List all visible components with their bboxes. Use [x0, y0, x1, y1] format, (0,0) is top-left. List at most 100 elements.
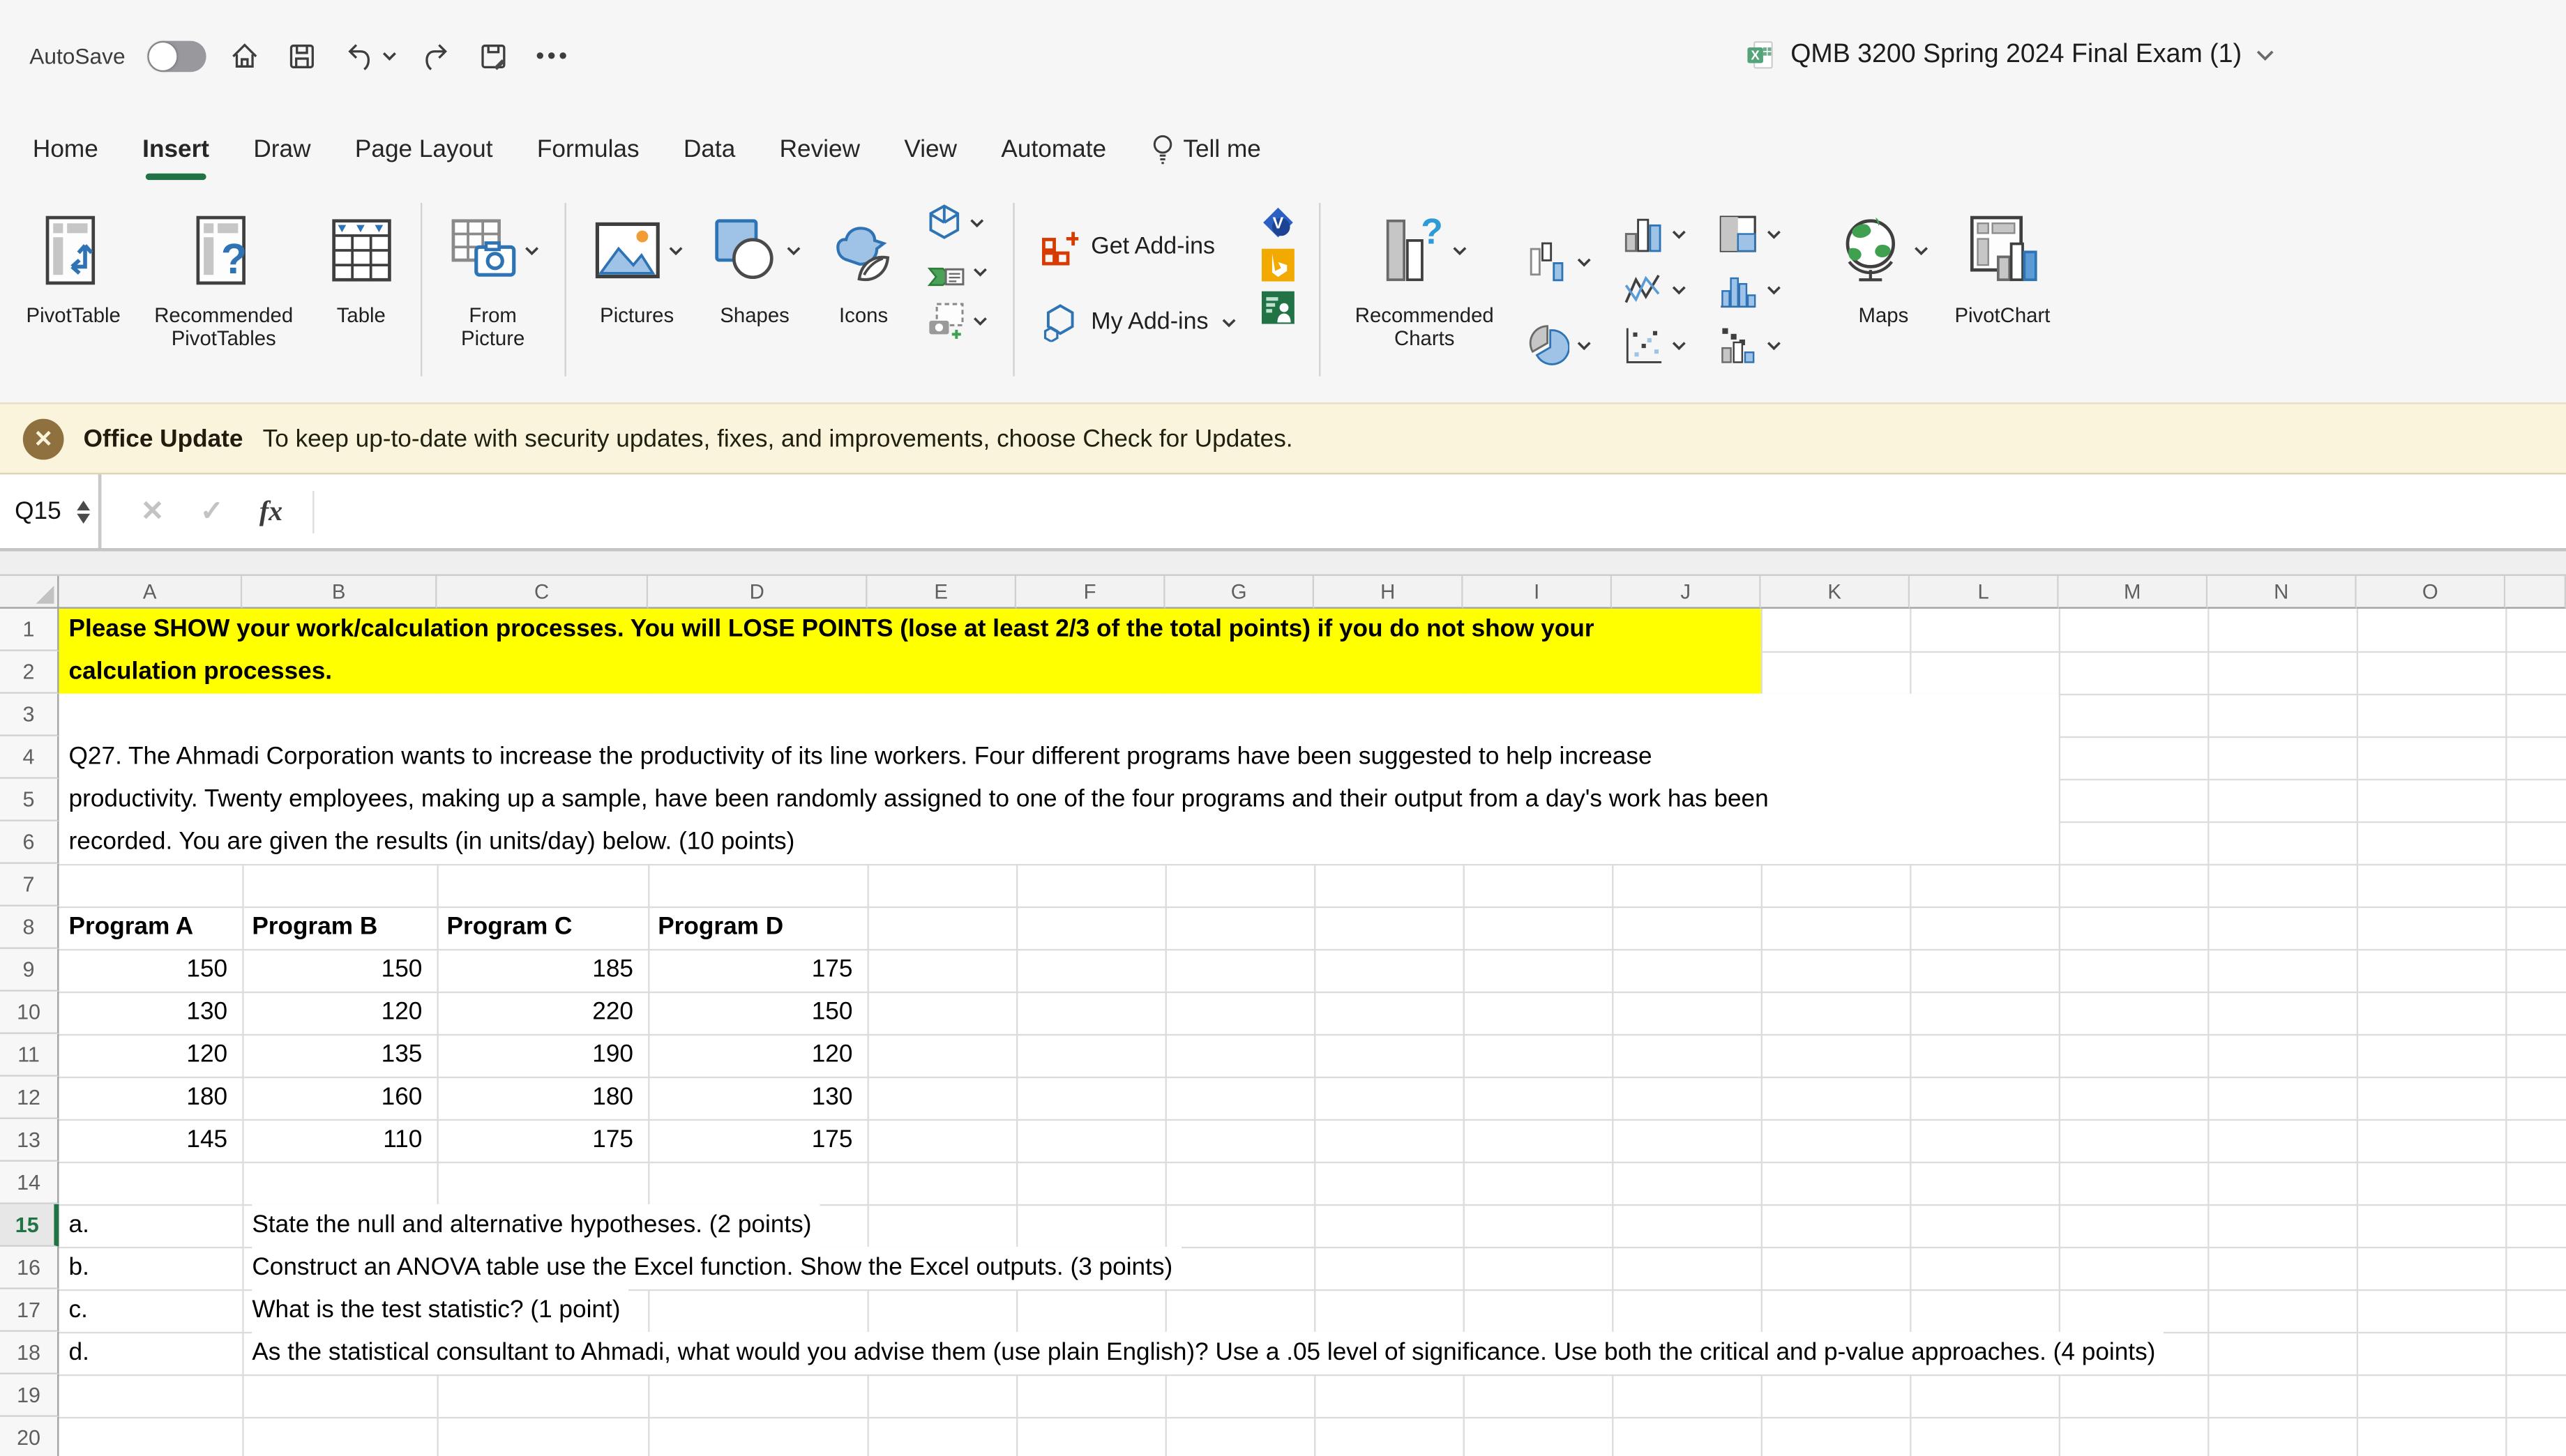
tab-automate[interactable]: Automate: [1001, 135, 1106, 163]
document-title-group[interactable]: X QMB 3200 Spring 2024 Final Exam (1): [1745, 0, 2274, 112]
table-value-cell[interactable]: 175: [648, 1119, 853, 1162]
row-header-17[interactable]: 17: [0, 1289, 59, 1332]
name-box[interactable]: Q15: [0, 474, 102, 549]
column-header-F[interactable]: F: [1016, 575, 1165, 609]
formula-input[interactable]: [314, 474, 2566, 548]
smartart-button[interactable]: [926, 254, 988, 290]
home-icon[interactable]: [227, 38, 263, 74]
row-header-16[interactable]: 16: [0, 1246, 59, 1289]
3d-models-button[interactable]: [926, 203, 988, 242]
screenshot-button[interactable]: [926, 301, 988, 340]
column-header-M[interactable]: M: [2058, 575, 2208, 609]
table-value-cell[interactable]: 190: [437, 1034, 633, 1077]
table-value-cell[interactable]: 150: [242, 949, 423, 992]
subquestion-text[interactable]: What is the test statistic? (1 point): [252, 1289, 629, 1332]
from-picture-button[interactable]: From Picture: [446, 197, 540, 393]
table-button[interactable]: Table: [327, 197, 396, 393]
row-header-9[interactable]: 9: [0, 948, 59, 992]
scatter-chart-button[interactable]: [1622, 317, 1717, 373]
my-addins-button[interactable]: My Add-ins: [1039, 303, 1238, 342]
histogram-chart-button[interactable]: [1717, 261, 1812, 317]
row-header-6[interactable]: 6: [0, 821, 59, 864]
row-header-1[interactable]: 1: [0, 608, 59, 651]
save-icon[interactable]: [284, 38, 320, 74]
row-header-5[interactable]: 5: [0, 778, 59, 821]
table-value-cell[interactable]: 150: [648, 992, 853, 1034]
table-value-cell[interactable]: 130: [648, 1077, 853, 1119]
column-header-N[interactable]: N: [2207, 575, 2357, 609]
row-header-7[interactable]: 7: [0, 863, 59, 907]
column-header-G[interactable]: G: [1165, 575, 1315, 609]
row-header-20[interactable]: 20: [0, 1416, 59, 1456]
tab-formulas[interactable]: Formulas: [537, 135, 640, 163]
tab-page-layout[interactable]: Page Layout: [355, 135, 493, 163]
tab-draw[interactable]: Draw: [253, 135, 310, 163]
waterfall-chart-button[interactable]: [1527, 237, 1622, 286]
tab-review[interactable]: Review: [780, 135, 860, 163]
row-header-8[interactable]: 8: [0, 906, 59, 949]
pivottable-button[interactable]: PivotTable: [27, 197, 121, 393]
row-header-3[interactable]: 3: [0, 693, 59, 736]
column-header-L[interactable]: L: [1910, 575, 2059, 609]
row-header-12[interactable]: 12: [0, 1076, 59, 1119]
recommended-charts-button[interactable]: ? Recommended Charts: [1346, 197, 1503, 393]
table-value-cell[interactable]: 120: [648, 1034, 853, 1077]
row-header-19[interactable]: 19: [0, 1374, 59, 1417]
subquestion-label[interactable]: a.: [69, 1204, 89, 1247]
table-value-cell[interactable]: 130: [59, 992, 227, 1034]
table-value-cell[interactable]: 180: [437, 1077, 633, 1119]
cancel-icon[interactable]: ✕: [141, 495, 164, 528]
table-value-cell[interactable]: 135: [242, 1034, 423, 1077]
column-header-K[interactable]: K: [1760, 575, 1910, 609]
redo-icon[interactable]: [418, 38, 455, 74]
bing-maps-addin-icon[interactable]: [1262, 248, 1295, 282]
column-header-H[interactable]: H: [1314, 575, 1463, 609]
insert-function-icon[interactable]: fx: [259, 495, 282, 528]
combo-chart-button[interactable]: [1717, 206, 1812, 262]
row-header-13[interactable]: 13: [0, 1118, 59, 1162]
table-value-cell[interactable]: 220: [437, 992, 633, 1034]
tab-home[interactable]: Home: [33, 135, 98, 163]
office-update-close-icon[interactable]: ✕: [22, 418, 64, 460]
spinner-down-icon[interactable]: [77, 513, 91, 523]
tab-insert[interactable]: Insert: [142, 135, 209, 179]
column-header-C[interactable]: C: [437, 575, 649, 609]
tab-data[interactable]: Data: [684, 135, 735, 163]
column-header-O[interactable]: O: [2356, 575, 2506, 609]
subquestion-label[interactable]: b.: [69, 1247, 89, 1289]
table-header-cell[interactable]: Program A: [69, 907, 194, 949]
undo-icon[interactable]: [341, 38, 377, 74]
funnel-chart-button[interactable]: [1717, 317, 1812, 373]
table-header-cell[interactable]: Program C: [447, 907, 573, 949]
pivotchart-button[interactable]: PivotChart: [1954, 197, 2050, 393]
enter-icon[interactable]: ✓: [200, 495, 223, 528]
table-header-cell[interactable]: Program D: [658, 907, 783, 949]
people-graph-addin-icon[interactable]: [1262, 291, 1295, 324]
table-value-cell[interactable]: 175: [437, 1119, 633, 1162]
save-as-icon[interactable]: [476, 38, 512, 74]
recommended-pivottables-button[interactable]: ? Recommended PivotTables: [145, 197, 302, 393]
tab-tell-me[interactable]: Tell me: [1150, 132, 1261, 165]
table-value-cell[interactable]: 110: [242, 1119, 422, 1162]
row-header-15[interactable]: 15: [0, 1204, 59, 1247]
column-header-A[interactable]: A: [59, 575, 243, 609]
tab-view[interactable]: View: [904, 135, 957, 163]
visio-addin-icon[interactable]: V: [1262, 206, 1295, 239]
table-value-cell[interactable]: 120: [59, 1034, 227, 1077]
undo-menu-chevron-icon[interactable]: [381, 50, 397, 61]
table-value-cell[interactable]: 160: [242, 1077, 423, 1119]
title-menu-chevron-icon[interactable]: [2255, 49, 2274, 62]
column-header-B[interactable]: B: [242, 575, 437, 609]
table-value-cell[interactable]: 175: [648, 949, 853, 992]
subquestion-text[interactable]: As the statistical consultant to Ahmadi,…: [252, 1331, 2164, 1374]
subquestion-text[interactable]: State the null and alternative hypothese…: [252, 1204, 820, 1247]
subquestion-label[interactable]: c.: [69, 1289, 88, 1332]
column-header-E[interactable]: E: [867, 575, 1017, 609]
select-all-corner[interactable]: [0, 575, 59, 609]
column-header-D[interactable]: D: [648, 575, 868, 609]
row-header-18[interactable]: 18: [0, 1331, 59, 1374]
row-header-11[interactable]: 11: [0, 1033, 59, 1077]
shapes-button[interactable]: Shapes: [708, 197, 801, 393]
row-header-10[interactable]: 10: [0, 991, 59, 1034]
row-header-4[interactable]: 4: [0, 736, 59, 779]
